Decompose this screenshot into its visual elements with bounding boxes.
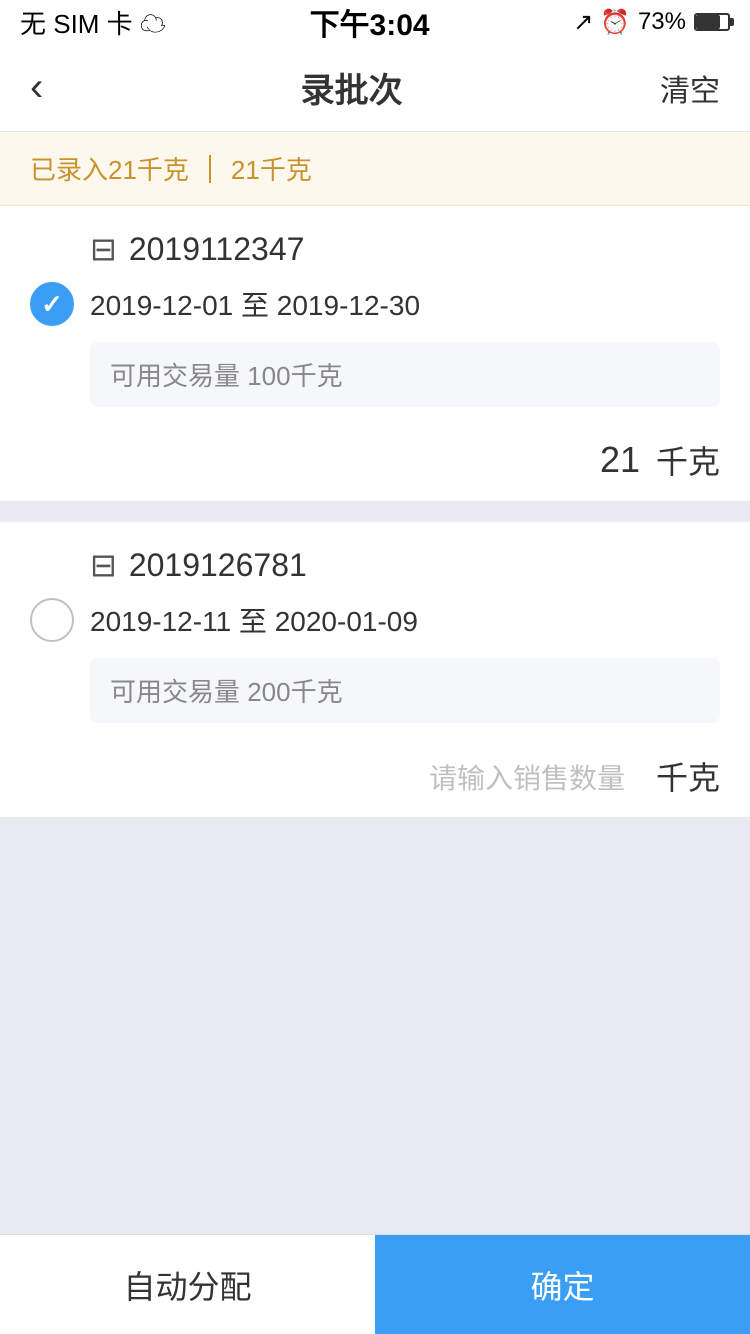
info-value: 21千克 bbox=[231, 150, 312, 187]
qty-input-2[interactable] bbox=[30, 755, 640, 797]
batch-available-qty-2: 可用交易量 200千克 bbox=[90, 658, 720, 723]
battery-icon: ↗ ⏰ bbox=[573, 8, 630, 37]
radio-button-1[interactable]: ✓ bbox=[30, 282, 74, 326]
batch-id-2: 2019126781 bbox=[129, 547, 307, 584]
status-bar: 无 SIM 卡 ☁ 下午3:04 ↗ ⏰ 73% bbox=[0, 0, 750, 44]
bottom-area bbox=[0, 818, 750, 1248]
qty-value-1: 21 bbox=[600, 439, 640, 481]
batch-id-row-1: ⊟ 2019112347 bbox=[30, 230, 720, 268]
batch-id-1: 2019112347 bbox=[129, 231, 305, 268]
qty-unit-1: 千克 bbox=[656, 437, 720, 483]
batch-available-qty-1: 可用交易量 100千克 bbox=[90, 342, 720, 407]
section-separator bbox=[0, 502, 750, 522]
qty-input-row-2[interactable]: 千克 bbox=[0, 743, 750, 818]
batch-date-2: 2019-12-11 至 2020-01-09 bbox=[90, 600, 418, 640]
nav-bar: ‹ 录批次 清空 bbox=[0, 44, 750, 132]
batch-date-row-2[interactable]: 2019-12-11 至 2020-01-09 bbox=[30, 598, 720, 642]
batch-date-row-1[interactable]: ✓ 2019-12-01 至 2019-12-30 bbox=[30, 282, 720, 326]
signal-text: 无 SIM 卡 ☁ bbox=[20, 4, 166, 41]
confirm-button[interactable]: 确定 bbox=[375, 1235, 750, 1334]
check-icon-1: ✓ bbox=[41, 289, 63, 320]
battery-percent: 73% bbox=[638, 8, 686, 36]
status-time: 下午3:04 bbox=[310, 0, 430, 44]
bottom-buttons: 自动分配 确定 bbox=[0, 1234, 750, 1334]
back-button[interactable]: ‹ bbox=[30, 65, 43, 110]
document-icon-2: ⊟ bbox=[90, 546, 117, 584]
auto-distribute-button[interactable]: 自动分配 bbox=[0, 1235, 375, 1334]
radio-button-2[interactable] bbox=[30, 598, 74, 642]
info-divider bbox=[209, 155, 211, 183]
qty-unit-2: 千克 bbox=[656, 753, 720, 799]
info-label: 已录入21千克 bbox=[30, 150, 189, 187]
clear-button[interactable]: 清空 bbox=[660, 66, 720, 110]
batch-item-1: ⊟ 2019112347 ✓ 2019-12-01 至 2019-12-30 可… bbox=[0, 206, 750, 407]
batch-card-1: ⊟ 2019112347 ✓ 2019-12-01 至 2019-12-30 可… bbox=[0, 206, 750, 502]
battery-bar bbox=[694, 13, 730, 31]
batch-card-2: ⊟ 2019126781 2019-12-11 至 2020-01-09 可用交… bbox=[0, 522, 750, 818]
status-left: 无 SIM 卡 ☁ bbox=[20, 4, 166, 41]
page-title: 录批次 bbox=[301, 63, 403, 112]
batch-date-1: 2019-12-01 至 2019-12-30 bbox=[90, 284, 420, 324]
batch-item-2: ⊟ 2019126781 2019-12-11 至 2020-01-09 可用交… bbox=[0, 522, 750, 723]
info-bar: 已录入21千克 21千克 bbox=[0, 132, 750, 206]
status-right: ↗ ⏰ 73% bbox=[573, 8, 730, 37]
batch-id-row-2: ⊟ 2019126781 bbox=[30, 546, 720, 584]
document-icon-1: ⊟ bbox=[90, 230, 117, 268]
qty-input-row-1: 21 千克 bbox=[0, 427, 750, 502]
